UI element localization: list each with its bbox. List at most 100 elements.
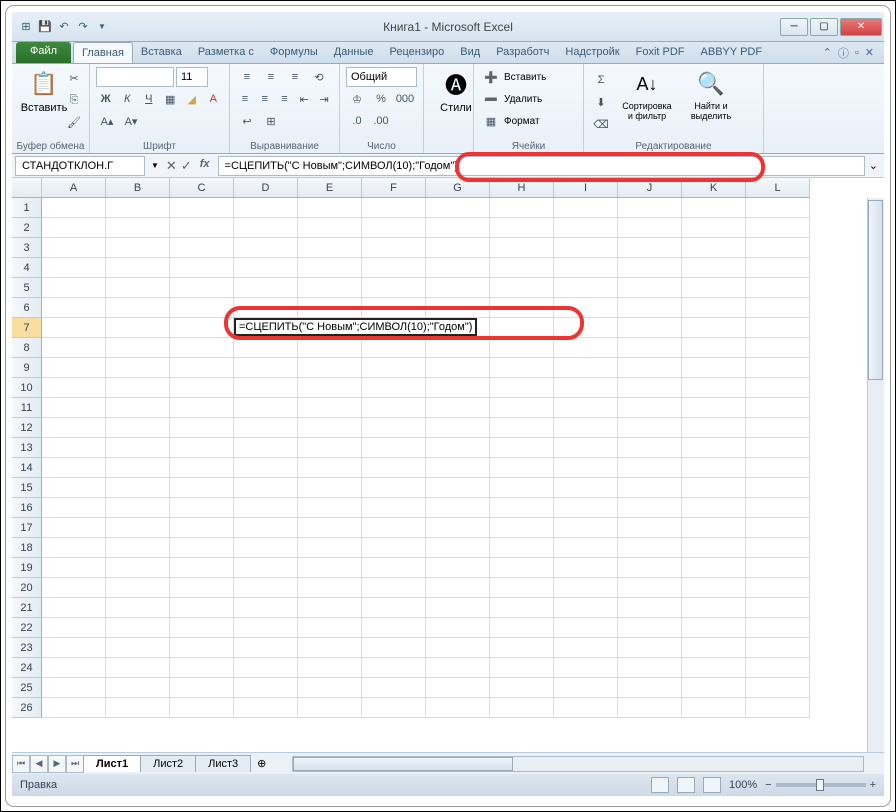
cell[interactable] (426, 258, 490, 278)
cell[interactable] (682, 638, 746, 658)
cell[interactable] (42, 698, 106, 718)
cell[interactable] (42, 418, 106, 438)
cell[interactable] (170, 638, 234, 658)
col-header[interactable]: K (682, 178, 746, 198)
cell[interactable] (362, 418, 426, 438)
cell[interactable] (298, 378, 362, 398)
name-box-dropdown-icon[interactable]: ▼ (148, 161, 162, 170)
cell[interactable] (170, 238, 234, 258)
cell[interactable] (490, 418, 554, 438)
fill-color-button[interactable]: ◢ (182, 89, 202, 109)
cell[interactable] (682, 418, 746, 438)
row-header[interactable]: 9 (12, 358, 42, 378)
cell[interactable] (106, 218, 170, 238)
cell[interactable] (490, 618, 554, 638)
cell[interactable] (298, 458, 362, 478)
cell[interactable] (682, 238, 746, 258)
cell[interactable] (490, 478, 554, 498)
font-color-button[interactable]: A (204, 89, 224, 109)
orientation-icon[interactable]: ⟲ (308, 67, 330, 87)
cell[interactable] (426, 378, 490, 398)
cell[interactable] (234, 458, 298, 478)
sort-filter-button[interactable]: A↓ Сортировка и фильтр (616, 66, 678, 136)
cell[interactable] (234, 598, 298, 618)
cell[interactable] (106, 318, 170, 338)
cell[interactable] (170, 558, 234, 578)
cell[interactable] (554, 318, 618, 338)
view-pagebreak-icon[interactable] (703, 777, 721, 793)
cell[interactable] (170, 478, 234, 498)
cell[interactable] (106, 598, 170, 618)
cell[interactable] (746, 478, 810, 498)
horizontal-scrollbar[interactable] (292, 756, 864, 772)
cell[interactable] (618, 458, 682, 478)
cell[interactable] (426, 278, 490, 298)
cell[interactable] (490, 598, 554, 618)
cell[interactable] (106, 558, 170, 578)
insert-cell-icon[interactable]: ➕ (480, 67, 502, 87)
cell[interactable] (298, 498, 362, 518)
cell[interactable] (106, 638, 170, 658)
cell[interactable] (682, 198, 746, 218)
view-normal-icon[interactable] (651, 777, 669, 793)
cell[interactable] (490, 278, 554, 298)
cell[interactable] (298, 338, 362, 358)
cell[interactable] (298, 558, 362, 578)
cell[interactable] (746, 498, 810, 518)
close-workbook-icon[interactable]: ✕ (865, 46, 874, 59)
cell[interactable] (362, 438, 426, 458)
row-header[interactable]: 2 (12, 218, 42, 238)
cell[interactable] (42, 378, 106, 398)
cell[interactable] (362, 358, 426, 378)
row-header[interactable]: 7 (12, 318, 42, 338)
cell[interactable] (618, 358, 682, 378)
cell[interactable] (298, 198, 362, 218)
cell[interactable] (618, 398, 682, 418)
cell[interactable] (426, 198, 490, 218)
cell[interactable] (298, 618, 362, 638)
cell[interactable] (362, 278, 426, 298)
row-header[interactable]: 24 (12, 658, 42, 678)
cell[interactable] (682, 598, 746, 618)
sheet-tab-3[interactable]: Лист3 (195, 755, 251, 772)
cell[interactable] (234, 518, 298, 538)
cell[interactable] (490, 498, 554, 518)
cell[interactable] (682, 518, 746, 538)
cell[interactable] (298, 578, 362, 598)
cell[interactable] (490, 218, 554, 238)
row-header[interactable]: 8 (12, 338, 42, 358)
align-top-icon[interactable]: ≡ (236, 67, 258, 87)
cell[interactable] (362, 258, 426, 278)
cell[interactable] (234, 498, 298, 518)
cell[interactable] (234, 578, 298, 598)
cell[interactable] (106, 358, 170, 378)
cell[interactable] (42, 398, 106, 418)
cell[interactable] (618, 598, 682, 618)
col-header[interactable]: B (106, 178, 170, 198)
cell[interactable] (746, 578, 810, 598)
cell[interactable] (490, 578, 554, 598)
row-header[interactable]: 17 (12, 518, 42, 538)
cell[interactable] (362, 498, 426, 518)
cell[interactable] (490, 518, 554, 538)
new-sheet-icon[interactable]: ⊕ (251, 757, 272, 770)
cell[interactable] (490, 678, 554, 698)
cell[interactable] (42, 198, 106, 218)
cell[interactable] (426, 298, 490, 318)
cell[interactable] (42, 518, 106, 538)
cell[interactable] (426, 678, 490, 698)
cell[interactable] (298, 478, 362, 498)
currency-icon[interactable]: ♔ (346, 89, 368, 109)
align-bottom-icon[interactable]: ≡ (284, 67, 306, 87)
col-header[interactable]: D (234, 178, 298, 198)
row-header[interactable]: 12 (12, 418, 42, 438)
cell[interactable] (234, 378, 298, 398)
cell[interactable] (554, 198, 618, 218)
cell[interactable] (170, 578, 234, 598)
cell[interactable] (234, 338, 298, 358)
cell[interactable] (234, 618, 298, 638)
cell[interactable] (618, 658, 682, 678)
cell[interactable] (490, 698, 554, 718)
format-cell-label[interactable]: Формат (504, 116, 540, 127)
cell[interactable] (618, 378, 682, 398)
